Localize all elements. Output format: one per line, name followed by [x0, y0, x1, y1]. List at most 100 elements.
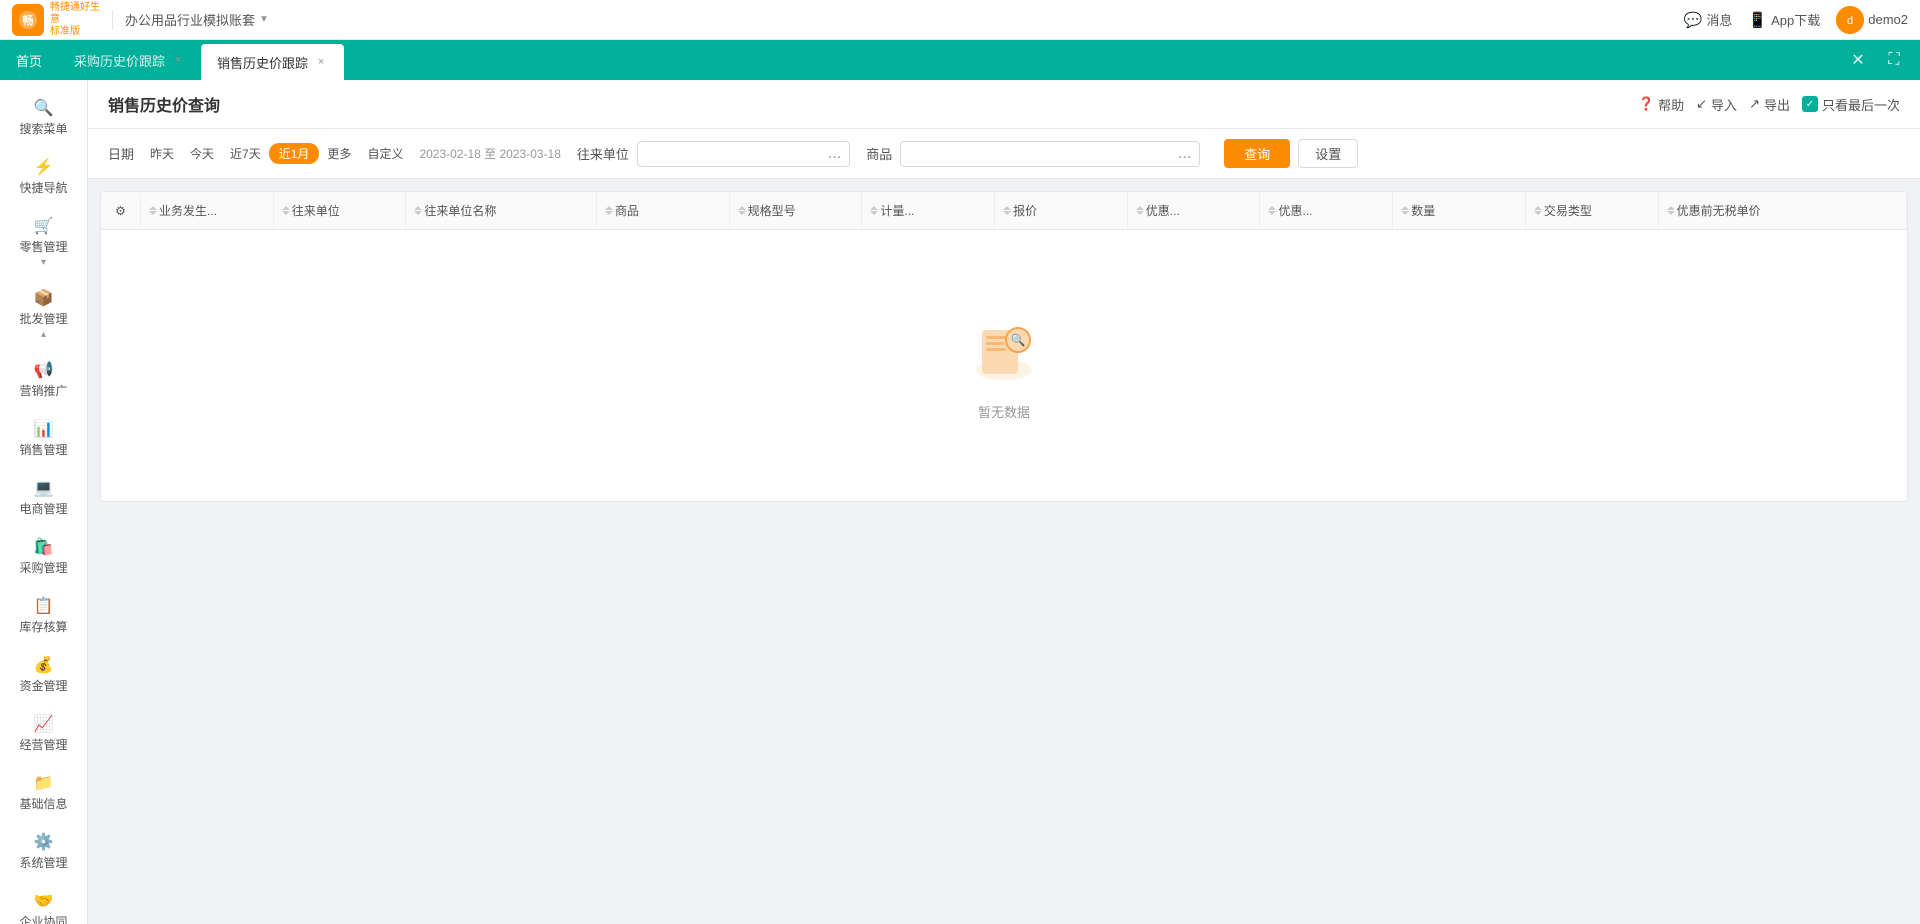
date-btn-today[interactable]: 今天 [182, 143, 222, 164]
th-product[interactable]: 商品 [597, 192, 730, 229]
svg-text:畅: 畅 [23, 13, 34, 27]
page-header-actions: ❓ 帮助 ↙ 导入 ↗ 导出 ✓ 只看最后一次 [1638, 95, 1900, 114]
operations-icon: 📈 [34, 714, 54, 734]
th-price[interactable]: 报价 [995, 192, 1128, 229]
unit-label: 往来单位 [577, 144, 629, 163]
date-range-display: 2023-02-18 至 2023-03-18 [419, 145, 560, 162]
retail-icon: 🛒 [34, 216, 54, 236]
sort-discount1-icon [1136, 206, 1144, 215]
message-button[interactable]: 💬 消息 [1684, 10, 1733, 29]
table-header: ⚙ 业务发生... 往来单位 往来单位名称 [101, 192, 1907, 230]
gear-icon: ⚙ [115, 204, 126, 218]
date-label: 日期 [108, 144, 134, 163]
tab-purchase-history[interactable]: 采购历史价跟踪 × [58, 40, 201, 80]
user-profile[interactable]: d demo2 [1836, 6, 1908, 34]
help-button[interactable]: ❓ 帮助 [1638, 95, 1684, 114]
product-filter-group: 商品 ... [866, 141, 1200, 167]
product-picker-icon[interactable]: ... [1178, 145, 1191, 163]
product-search-input[interactable] [909, 146, 1172, 161]
export-icon: ↗ [1749, 96, 1760, 112]
purchase-icon: 🛍️ [34, 537, 54, 557]
chevron-up-icon-wholesale: ▴ [41, 329, 46, 340]
import-icon: ↙ [1696, 96, 1707, 112]
logo-icon: 畅 [12, 4, 44, 36]
sidebar-item-finance[interactable]: 💰 资金管理 [0, 645, 87, 704]
sidebar: 🔍 搜索菜单 ⚡ 快捷导航 🛒 零售管理 ▾ 📦 批发管理 ▴ 📢 营销推广 📊… [0, 80, 88, 924]
tab-home[interactable]: 首页 [0, 40, 58, 80]
chevron-down-icon: ▼ [259, 14, 269, 25]
product-input[interactable]: ... [900, 141, 1200, 167]
sidebar-item-retail-mgmt[interactable]: 🛒 零售管理 ▾ [0, 206, 87, 278]
close-all-tabs-button[interactable]: ✕ [1844, 46, 1872, 74]
ecommerce-icon: 💻 [34, 478, 54, 498]
unit-input[interactable]: ... [637, 141, 850, 167]
th-spec[interactable]: 规格型号 [730, 192, 863, 229]
sidebar-item-system[interactable]: ⚙️ 系统管理 [0, 822, 87, 881]
sidebar-item-ecommerce[interactable]: 💻 电商管理 [0, 468, 87, 527]
th-qty[interactable]: 数量 [1393, 192, 1526, 229]
close-sales-tab-icon[interactable]: × [314, 55, 328, 69]
sort-product-icon [605, 206, 613, 215]
th-discount2[interactable]: 优惠... [1260, 192, 1393, 229]
th-unit[interactable]: 计量... [862, 192, 995, 229]
sidebar-item-enterprise[interactable]: 🤝 企业协同 [0, 881, 87, 924]
unit-search-input[interactable] [646, 146, 822, 161]
sidebar-item-operations[interactable]: 📈 经营管理 [0, 704, 87, 763]
maximize-button[interactable]: ⛶ [1880, 46, 1908, 74]
th-biz-date[interactable]: 业务发生... [141, 192, 274, 229]
search-button[interactable]: 查询 [1224, 139, 1290, 168]
logo-text: 畅捷通好生意 标准版 [50, 2, 100, 38]
th-trade-type[interactable]: 交易类型 [1526, 192, 1659, 229]
date-btn-more[interactable]: 更多 [319, 143, 359, 164]
empty-state: 🔍 暂无数据 [101, 230, 1907, 501]
date-btn-7days[interactable]: 近7天 [222, 143, 269, 164]
empty-text: 暂无数据 [978, 402, 1030, 421]
sort-unit-icon [870, 206, 878, 215]
filter-bar: 日期 昨天 今天 近7天 近1月 更多 自定义 2023-02-18 至 202… [88, 129, 1920, 179]
th-discount1[interactable]: 优惠... [1128, 192, 1261, 229]
sort-price-icon [1003, 206, 1011, 215]
tab-bar-right: ✕ ⛶ [1844, 46, 1920, 74]
wholesale-icon: 📦 [34, 288, 54, 308]
workspace-selector[interactable]: 办公用品行业模拟账套 ▼ [125, 10, 269, 29]
lightning-icon: ⚡ [34, 157, 54, 177]
sidebar-item-basic-info[interactable]: 📁 基础信息 [0, 763, 87, 822]
main-layout: 🔍 搜索菜单 ⚡ 快捷导航 🛒 零售管理 ▾ 📦 批发管理 ▴ 📢 营销推广 📊… [0, 80, 1920, 924]
date-btn-group: 昨天 今天 近7天 近1月 更多 自定义 [142, 143, 411, 164]
settings-button[interactable]: 设置 [1298, 139, 1358, 168]
import-button[interactable]: ↙ 导入 [1696, 95, 1737, 114]
date-btn-yesterday[interactable]: 昨天 [142, 143, 182, 164]
logo-area: 畅 畅捷通好生意 标准版 [12, 2, 100, 38]
tab-sales-history[interactable]: 销售历史价跟踪 × [201, 44, 344, 80]
sidebar-item-sales-mgmt[interactable]: 📊 销售管理 [0, 409, 87, 468]
unit-picker-icon[interactable]: ... [828, 145, 841, 163]
tab-bar: 首页 采购历史价跟踪 × 销售历史价跟踪 × ✕ ⛶ [0, 40, 1920, 80]
unit-filter-group: 往来单位 ... [577, 141, 850, 167]
sidebar-item-wholesale-mgmt[interactable]: 📦 批发管理 ▴ [0, 278, 87, 350]
enterprise-icon: 🤝 [34, 891, 54, 911]
th-unit-code[interactable]: 往来单位 [274, 192, 407, 229]
only-last-checkbox[interactable]: ✓ 只看最后一次 [1802, 95, 1900, 114]
sort-unit-name-icon [414, 206, 422, 215]
close-purchase-tab-icon[interactable]: × [171, 53, 185, 67]
date-btn-custom[interactable]: 自定义 [359, 143, 411, 164]
app-download-button[interactable]: 📱 App下载 [1748, 10, 1820, 29]
sidebar-item-inventory[interactable]: 📋 库存核算 [0, 586, 87, 645]
export-button[interactable]: ↗ 导出 [1749, 95, 1790, 114]
th-tax-free-price[interactable]: 优惠前无税单价 [1659, 192, 1907, 229]
svg-text:🔍: 🔍 [1011, 332, 1026, 347]
marketing-icon: 📢 [34, 360, 54, 380]
page-header: 销售历史价查询 ❓ 帮助 ↙ 导入 ↗ 导出 ✓ 只看最后一次 [88, 80, 1920, 129]
sales-icon: 📊 [34, 419, 54, 439]
sidebar-item-quick-nav[interactable]: ⚡ 快捷导航 [0, 147, 87, 206]
date-btn-1month[interactable]: 近1月 [269, 143, 320, 164]
sidebar-item-purchase-mgmt[interactable]: 🛍️ 采购管理 [0, 527, 87, 586]
th-unit-name[interactable]: 往来单位名称 [406, 192, 597, 229]
sidebar-item-marketing[interactable]: 📢 营销推广 [0, 350, 87, 409]
sidebar-item-search-menu[interactable]: 🔍 搜索菜单 [0, 88, 87, 147]
sort-qty-icon [1401, 206, 1409, 215]
th-settings[interactable]: ⚙ [101, 194, 141, 228]
sort-unit-code-icon [282, 206, 290, 215]
sort-tax-free-icon [1667, 206, 1675, 215]
inventory-icon: 📋 [34, 596, 54, 616]
